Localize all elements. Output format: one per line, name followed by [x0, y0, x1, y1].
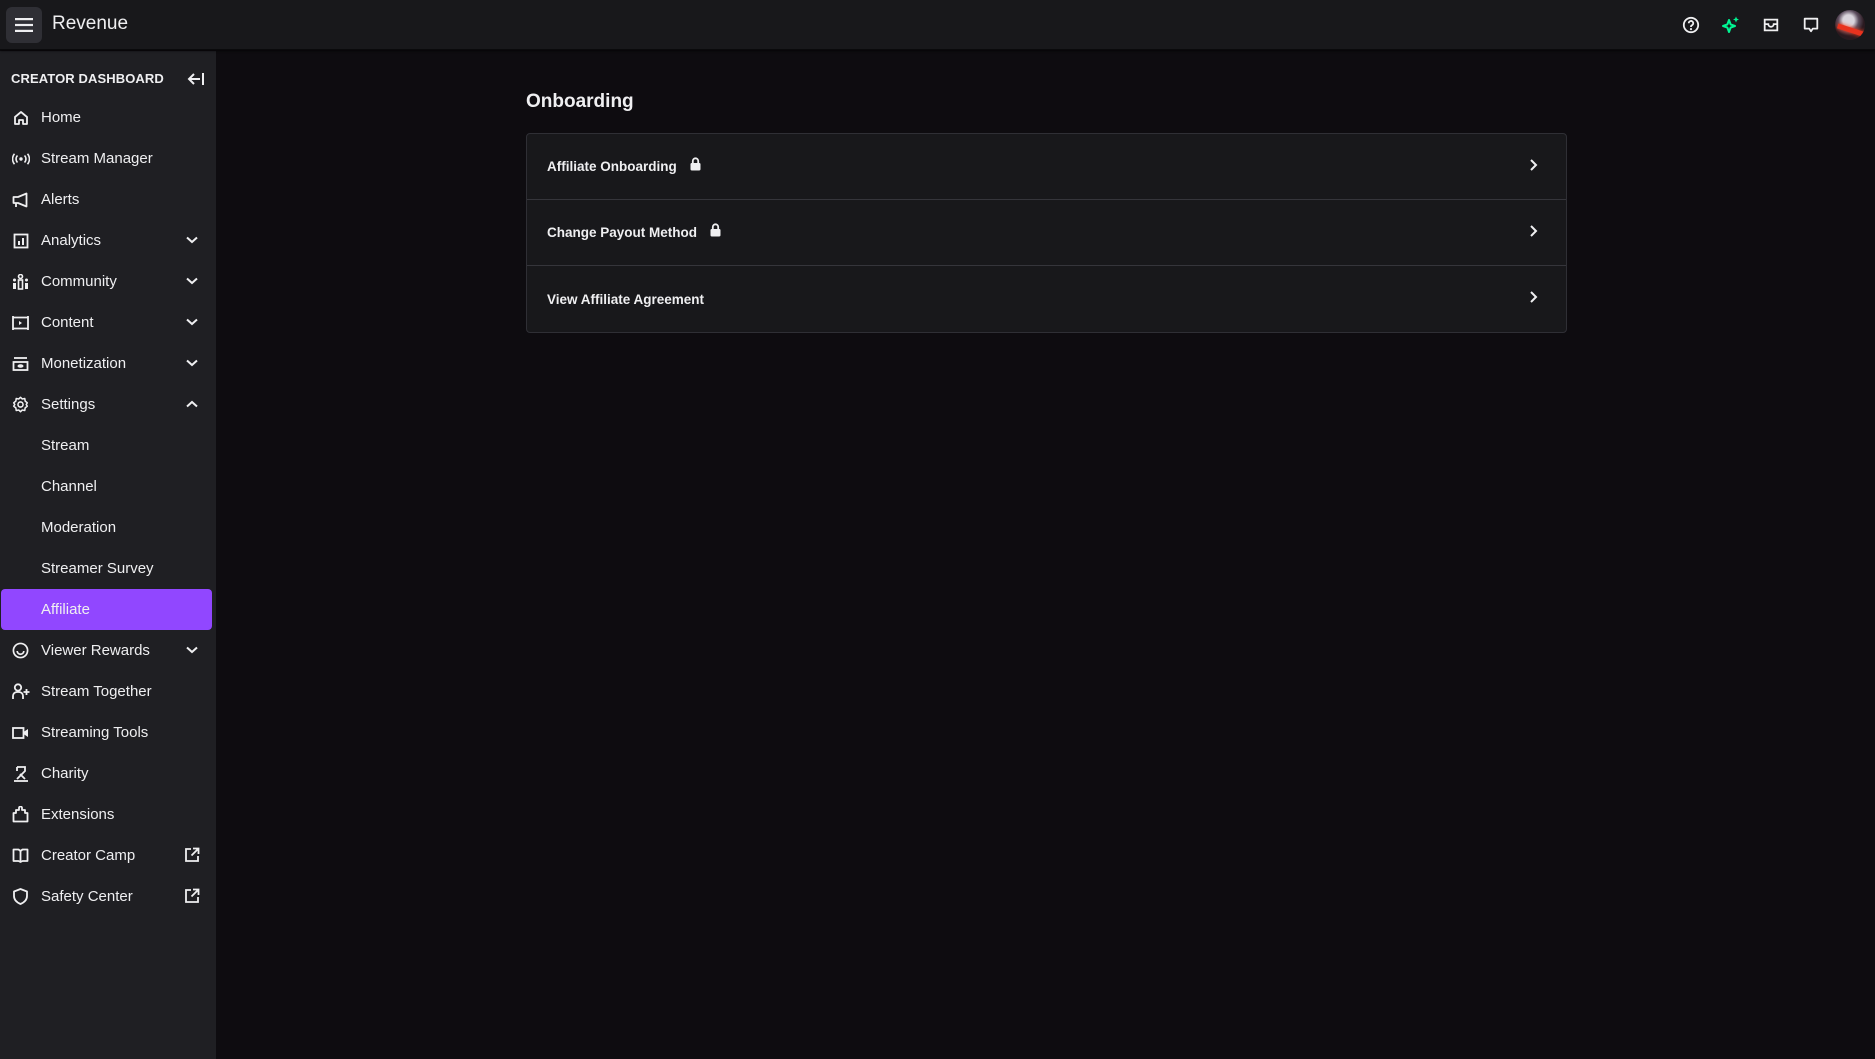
sidebar-item-label: Alerts — [41, 191, 80, 208]
hamburger-icon — [15, 18, 33, 32]
external-link-icon[interactable] — [183, 887, 201, 905]
inbox-button[interactable] — [1751, 5, 1791, 45]
view-affiliate-agreement-row[interactable]: View Affiliate Agreement — [527, 266, 1566, 332]
gear-icon — [11, 395, 30, 414]
lock-icon — [690, 156, 702, 171]
sidebar-subitem-moderation[interactable]: Moderation — [0, 507, 216, 548]
top-bar: Revenue — [0, 0, 1875, 50]
sidebar-subitem-stream[interactable]: Stream — [0, 425, 216, 466]
content-icon — [11, 313, 30, 332]
megaphone-icon — [11, 190, 30, 209]
sidebar-item-monetization[interactable]: Monetization — [0, 343, 216, 384]
puzzle-icon — [11, 805, 30, 824]
chevron-up-icon[interactable] — [183, 395, 201, 413]
sidebar-item-settings[interactable]: Settings — [0, 384, 216, 425]
help-button[interactable] — [1671, 5, 1711, 45]
sidebar-item-stream-manager[interactable]: Stream Manager — [0, 138, 216, 179]
sidebar-item-label: Content — [41, 314, 94, 331]
lock-icon — [710, 222, 722, 237]
sidebar-item-label: Analytics — [41, 232, 102, 249]
onboarding-card: Affiliate Onboarding Change Payout Metho… — [526, 133, 1567, 333]
sidebar-subitem-affiliate[interactable]: Affiliate — [1, 589, 212, 630]
chevron-right-icon — [1526, 289, 1540, 305]
home-icon — [11, 108, 30, 127]
whispers-button[interactable] — [1791, 5, 1831, 45]
book-icon — [11, 846, 30, 865]
sidebar-item-label: Moderation — [41, 519, 117, 536]
sidebar-subitem-streamer-survey[interactable]: Streamer Survey — [0, 548, 216, 589]
sidebar: CREATOR DASHBOARD Home Stream Manager Al… — [0, 51, 216, 1059]
sidebar-item-label: Charity — [41, 765, 89, 782]
camera-icon — [11, 723, 30, 742]
sidebar-item-safety-center[interactable]: Safety Center — [0, 876, 216, 917]
sidebar-item-label: Streamer Survey — [41, 560, 154, 577]
chevron-right-icon — [1526, 157, 1540, 173]
shield-icon — [11, 887, 30, 906]
sidebar-item-label: Channel — [41, 478, 97, 495]
whispers-icon — [1803, 17, 1819, 33]
sidebar-header: CREATOR DASHBOARD — [11, 69, 206, 89]
top-icons — [1671, 0, 1875, 50]
main-content: Onboarding Affiliate Onboarding Change P… — [216, 51, 1875, 1059]
chevron-down-icon[interactable] — [183, 272, 201, 290]
viewer-rewards-icon — [11, 641, 30, 660]
monetization-icon — [11, 354, 30, 373]
charity-icon — [11, 764, 30, 783]
sidebar-item-viewer-rewards[interactable]: Viewer Rewards — [0, 630, 216, 671]
sidebar-item-label: Stream — [41, 437, 90, 454]
sidebar-nav: Home Stream Manager Alerts Analytics Com… — [0, 97, 216, 917]
affiliate-onboarding-row[interactable]: Affiliate Onboarding — [527, 134, 1566, 200]
collapse-left-icon — [187, 73, 204, 85]
sidebar-item-label: Creator Camp — [41, 847, 136, 864]
row-label: View Affiliate Agreement — [547, 291, 705, 307]
sparkle-button[interactable] — [1711, 5, 1751, 45]
sidebar-item-label: Home — [41, 109, 82, 126]
row-label: Change Payout Method — [547, 225, 698, 240]
row-label: Affiliate Onboarding — [547, 159, 677, 174]
user-avatar[interactable] — [1835, 10, 1865, 40]
sidebar-item-creator-camp[interactable]: Creator Camp — [0, 835, 216, 876]
page-title: Revenue — [52, 13, 129, 34]
sidebar-item-label: Stream Together — [41, 683, 152, 700]
sidebar-item-content[interactable]: Content — [0, 302, 216, 343]
sidebar-item-label: Settings — [41, 396, 96, 413]
sidebar-item-analytics[interactable]: Analytics — [0, 220, 216, 261]
chevron-down-icon[interactable] — [183, 641, 201, 659]
help-icon — [1682, 16, 1700, 34]
sidebar-item-stream-together[interactable]: Stream Together — [0, 671, 216, 712]
menu-button[interactable] — [6, 7, 42, 43]
chevron-down-icon[interactable] — [183, 313, 201, 331]
sidebar-item-label: Safety Center — [41, 888, 133, 905]
sidebar-item-label: Extensions — [41, 806, 115, 823]
sidebar-item-label: Streaming Tools — [41, 724, 149, 741]
external-link-icon[interactable] — [183, 846, 201, 864]
sidebar-item-alerts[interactable]: Alerts — [0, 179, 216, 220]
sidebar-item-label: Affiliate — [41, 601, 90, 618]
sidebar-title: CREATOR DASHBOARD — [11, 71, 164, 86]
collapse-sidebar-button[interactable] — [186, 69, 206, 89]
sidebar-item-extensions[interactable]: Extensions — [0, 794, 216, 835]
sidebar-item-label: Monetization — [41, 355, 127, 372]
sidebar-item-community[interactable]: Community — [0, 261, 216, 302]
sidebar-item-streaming-tools[interactable]: Streaming Tools — [0, 712, 216, 753]
sidebar-item-label: Viewer Rewards — [41, 642, 150, 659]
sparkle-icon — [1722, 16, 1739, 33]
chevron-down-icon[interactable] — [183, 231, 201, 249]
sidebar-item-label: Community — [41, 273, 117, 290]
chevron-down-icon[interactable] — [183, 354, 201, 372]
analytics-icon — [11, 231, 30, 250]
change-payout-method-row[interactable]: Change Payout Method — [527, 200, 1566, 266]
section-title: Onboarding — [526, 91, 634, 112]
inbox-icon — [1763, 18, 1779, 32]
sidebar-item-label: Stream Manager — [41, 150, 153, 167]
add-person-icon — [11, 682, 30, 701]
chevron-right-icon — [1526, 223, 1540, 239]
sidebar-subitem-channel[interactable]: Channel — [0, 466, 216, 507]
sidebar-item-home[interactable]: Home — [0, 97, 216, 138]
community-icon — [11, 272, 30, 291]
broadcast-icon — [11, 149, 30, 168]
sidebar-item-charity[interactable]: Charity — [0, 753, 216, 794]
